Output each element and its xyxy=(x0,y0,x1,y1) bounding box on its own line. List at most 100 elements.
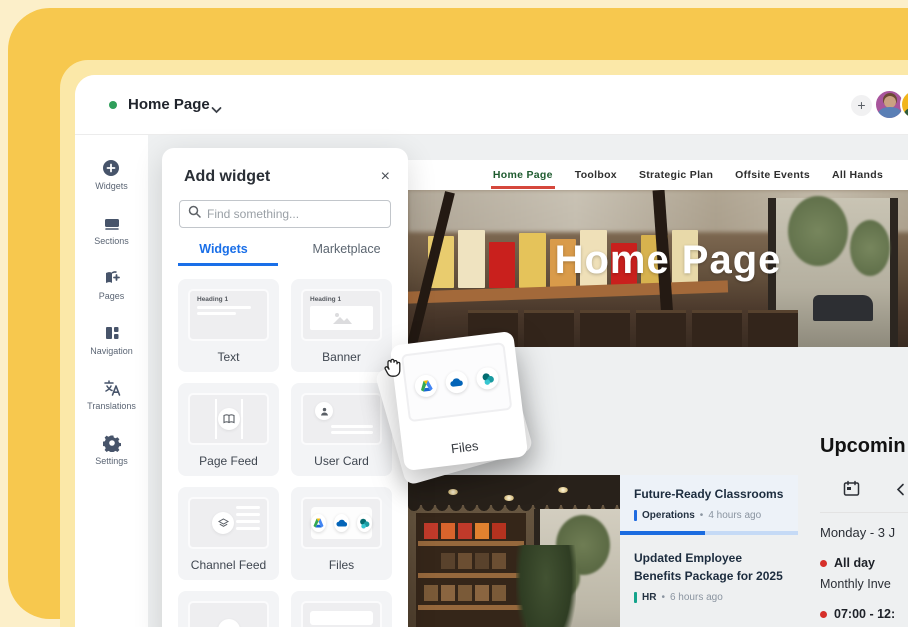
news-category: Operations xyxy=(642,510,695,521)
gear-icon xyxy=(103,434,121,452)
section-icon xyxy=(103,214,121,232)
event-time: 07:00 - 12: xyxy=(834,607,895,621)
onedrive-icon xyxy=(444,370,469,395)
widget-card-partial[interactable] xyxy=(178,591,279,627)
event-item[interactable]: All day Monthly Inve xyxy=(820,556,908,591)
tab-marketplace[interactable]: Marketplace xyxy=(285,242,408,266)
close-icon[interactable]: × xyxy=(381,169,390,185)
drag-card-label: Files xyxy=(402,432,527,462)
sidebar-item-translations[interactable]: Translations xyxy=(87,379,136,411)
avatar-shirt xyxy=(878,107,902,120)
layers-icon xyxy=(212,512,234,534)
hero-banner-photo: Home Page xyxy=(408,190,908,347)
widget-card-partial[interactable] xyxy=(291,591,392,627)
sidebar-item-label: Navigation xyxy=(90,346,133,356)
dragged-files-card[interactable]: Files xyxy=(390,331,528,471)
grab-hand-cursor xyxy=(381,355,403,384)
widget-card-files[interactable]: Files xyxy=(291,487,392,580)
widget-card-grid: Heading 1 Text Heading 1 Banner xyxy=(162,266,408,627)
widget-card-user-card[interactable]: User Card xyxy=(291,383,392,476)
sidebar-item-label: Pages xyxy=(99,291,125,301)
category-color-bar xyxy=(634,510,637,521)
news-item[interactable]: Updated Employee Benefits Package for 20… xyxy=(620,539,798,613)
widget-preview xyxy=(301,601,382,627)
user-card-widget-preview xyxy=(301,393,382,445)
widget-preview xyxy=(188,601,269,627)
preview-heading: Heading 1 xyxy=(190,291,267,303)
sidebar-item-label: Sections xyxy=(94,236,129,246)
editor-sidebar: Widgets Sections Pages Navigation xyxy=(75,135,148,627)
chevron-left-icon[interactable] xyxy=(896,483,905,501)
widget-card-label: Page Feed xyxy=(178,454,279,468)
sidebar-item-widgets[interactable]: Widgets xyxy=(95,159,128,191)
google-drive-icon xyxy=(311,514,326,532)
event-title: Monthly Inve xyxy=(820,577,908,591)
sidebar-item-label: Settings xyxy=(95,456,128,466)
news-progress-bar xyxy=(620,531,798,535)
sidebar-item-navigation[interactable]: Navigation xyxy=(90,324,133,356)
event-time: All day xyxy=(834,556,875,570)
site-nav-tabs: Home Page Toolbox Strategic Plan Offsite… xyxy=(408,160,908,190)
photo-car xyxy=(813,295,873,321)
chevron-down-icon[interactable] xyxy=(211,101,222,119)
pages-icon xyxy=(103,269,121,287)
image-placeholder-icon xyxy=(310,306,373,330)
google-drive-icon xyxy=(414,374,439,399)
translate-icon xyxy=(103,379,121,397)
news-item[interactable]: Future-Ready Classrooms Operations • 4 h… xyxy=(620,475,798,531)
published-status-dot xyxy=(109,101,117,109)
divider xyxy=(820,512,908,513)
sidebar-item-pages[interactable]: Pages xyxy=(99,269,125,301)
widget-card-label: Files xyxy=(291,558,392,572)
site-tab-home-page[interactable]: Home Page xyxy=(493,161,553,189)
plus-circle-icon xyxy=(102,159,120,177)
add-collaborator-button[interactable]: + xyxy=(851,95,872,116)
preview-heading: Heading 1 xyxy=(303,291,380,303)
site-tab-offsite-events[interactable]: Offsite Events xyxy=(735,161,810,189)
hero-title: Home Page xyxy=(408,238,908,283)
news-feed: Future-Ready Classrooms Operations • 4 h… xyxy=(620,475,798,627)
sidebar-item-sections[interactable]: Sections xyxy=(94,214,129,246)
banner-widget-preview: Heading 1 xyxy=(301,289,382,341)
widget-card-text[interactable]: Heading 1 Text xyxy=(178,279,279,372)
widget-card-page-feed[interactable]: Page Feed xyxy=(178,383,279,476)
widget-card-banner[interactable]: Heading 1 Banner xyxy=(291,279,392,372)
book-icon xyxy=(218,408,240,430)
active-tab-underline xyxy=(178,263,278,266)
widget-card-label: Text xyxy=(178,350,279,364)
search-input[interactable] xyxy=(207,207,382,221)
news-category: HR xyxy=(642,592,656,603)
news-title: Future-Ready Classrooms xyxy=(634,486,786,503)
events-date: Monday - 3 J xyxy=(820,525,908,540)
widget-card-label: Banner xyxy=(291,350,392,364)
sidebar-item-settings[interactable]: Settings xyxy=(95,434,128,466)
page-feed-widget-preview xyxy=(188,393,269,445)
search-icon xyxy=(188,205,201,223)
widget-card-channel-feed[interactable]: Channel Feed xyxy=(178,487,279,580)
site-tab-toolbox[interactable]: Toolbox xyxy=(575,161,617,189)
sharepoint-icon xyxy=(475,366,500,391)
site-tab-strategic-plan[interactable]: Strategic Plan xyxy=(639,161,713,189)
events-heading: Upcomin xyxy=(820,435,908,458)
add-widget-panel: Add widget × Widgets Marketplace Heading… xyxy=(162,148,408,627)
news-item[interactable]: New Customer Service Training Module Ava… xyxy=(620,615,798,627)
event-dot xyxy=(820,611,827,618)
bullet-separator: • xyxy=(661,592,665,603)
sidebar-item-label: Widgets xyxy=(95,181,128,191)
channel-feed-widget-preview xyxy=(188,497,269,549)
screen: Home Page + Widgets Sections xyxy=(0,0,908,627)
event-dot xyxy=(820,560,827,567)
widget-card-label: User Card xyxy=(291,454,392,468)
news-time: 6 hours ago xyxy=(670,592,723,603)
navigation-layout-icon xyxy=(103,324,121,342)
news-time: 4 hours ago xyxy=(708,510,761,521)
event-item[interactable]: 07:00 - 12: New Employe xyxy=(820,607,908,627)
calendar-icon[interactable] xyxy=(843,480,860,502)
files-widget-preview xyxy=(301,497,382,549)
top-bar: Home Page + xyxy=(75,75,908,135)
photo-crates xyxy=(468,301,798,347)
widget-search[interactable] xyxy=(179,200,391,228)
category-color-bar xyxy=(634,592,637,603)
upcoming-events-panel: Upcomin Monday - 3 J All day Monthly Inv… xyxy=(820,435,908,627)
site-tab-all-hands[interactable]: All Hands xyxy=(832,161,883,189)
